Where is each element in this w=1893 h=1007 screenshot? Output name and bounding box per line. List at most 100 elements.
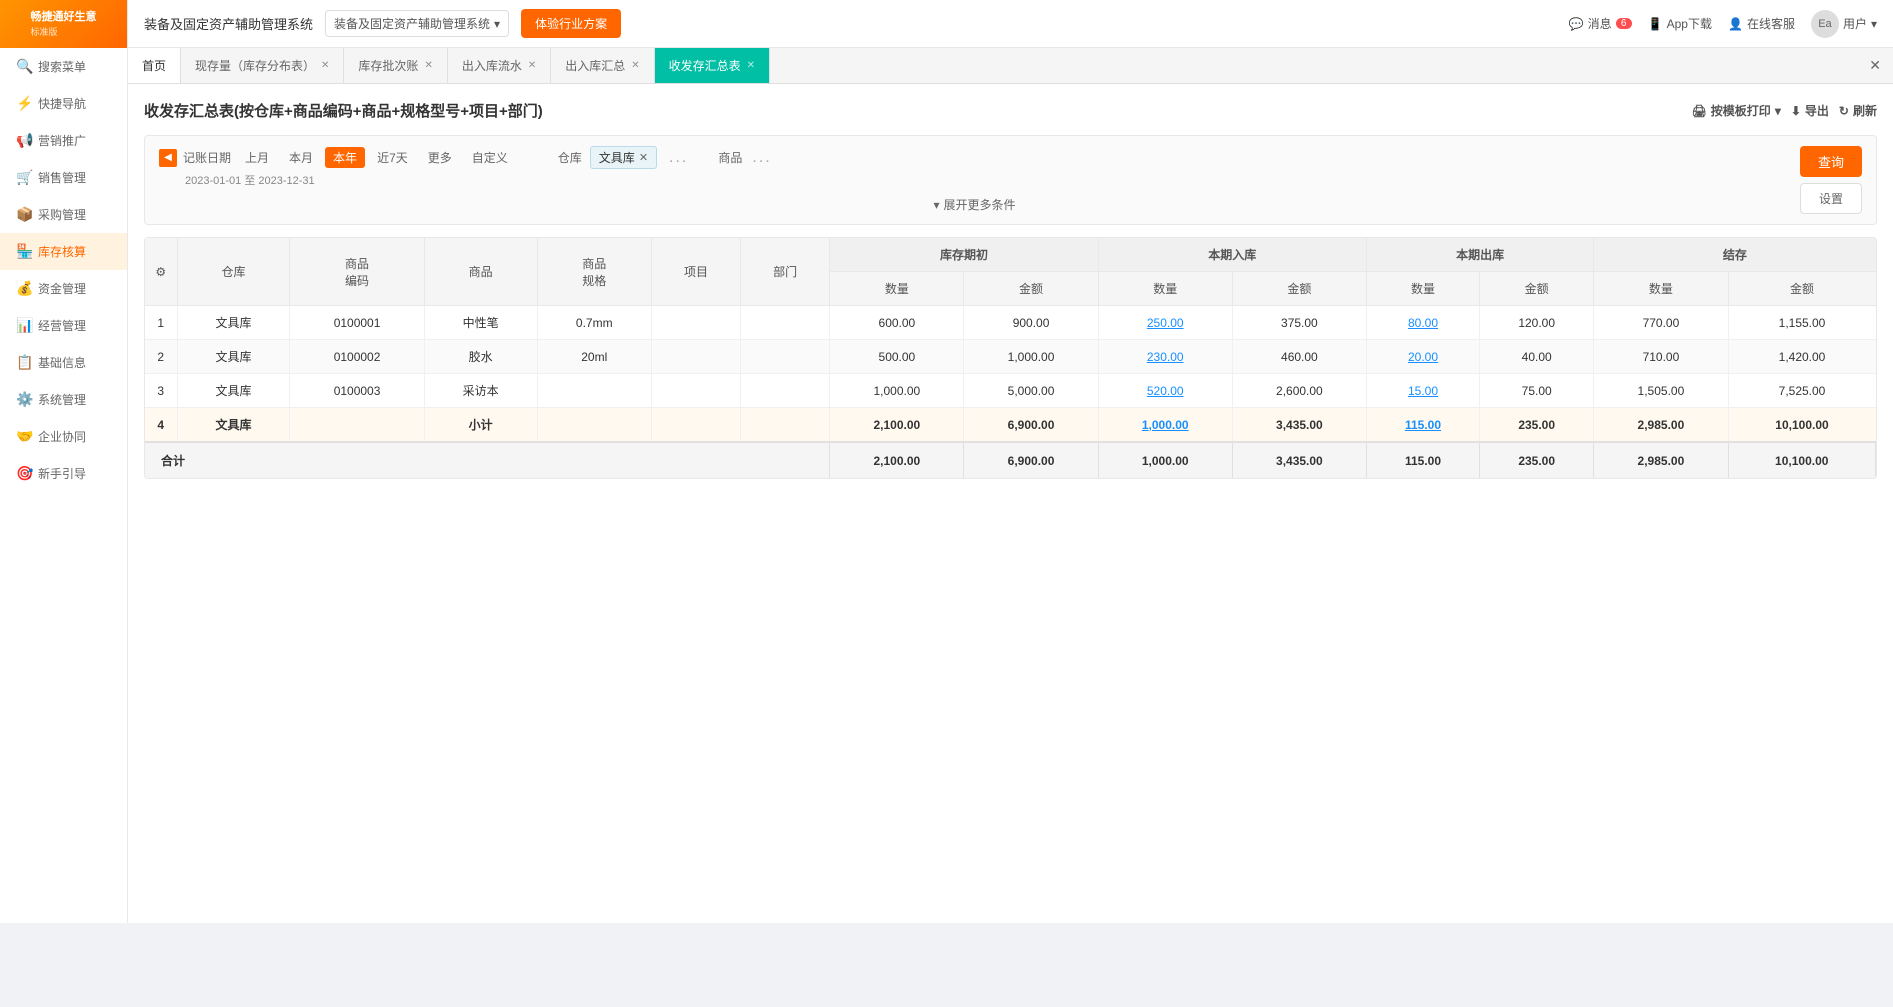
cell-in-qty[interactable]: 250.00 <box>1098 306 1232 340</box>
cell-open-amt: 900.00 <box>964 306 1098 340</box>
sidebar-item-inventory[interactable]: 🏪库存核算 <box>0 233 127 270</box>
app-download-group[interactable]: 📱 App下载 <box>1648 15 1712 32</box>
cell-in-qty[interactable]: 230.00 <box>1098 340 1232 374</box>
cell-out-qty[interactable]: 20.00 <box>1366 340 1479 374</box>
th-settings[interactable]: ⚙ <box>145 238 177 306</box>
th-goods-code: 商品编码 <box>290 238 424 306</box>
sidebar-item-search[interactable]: 🔍搜索菜单 <box>0 48 127 85</box>
system-select-label: 装备及固定资产辅助管理系统 <box>334 15 490 32</box>
expand-more-btn[interactable]: ▾ 展开更多条件 <box>159 196 1790 213</box>
refresh-button[interactable]: ↻ 刷新 <box>1839 102 1877 119</box>
cell-close-qty: 2,985.00 <box>1594 408 1728 443</box>
date-range-text: 2023-01-01 至 2023-12-31 <box>185 175 315 187</box>
print-button[interactable]: 🖨 按模板打印 ▾ <box>1692 102 1781 119</box>
tab-close-3[interactable]: ✕ <box>528 60 536 71</box>
data-table: ⚙ 仓库 商品编码 商品 商品规格 项目 部门 库存期初 本期入库 本期出库 结… <box>145 238 1876 478</box>
warehouse-tag-close[interactable]: ✕ <box>639 151 648 164</box>
cell-open-amt: 5,000.00 <box>964 374 1098 408</box>
tab-5[interactable]: 收发存汇总表 ✕ <box>655 48 770 84</box>
tab-4[interactable]: 出入库汇总 ✕ <box>551 48 654 84</box>
tab-close-2[interactable]: ✕ <box>424 60 432 71</box>
cell-open-amt: 6,900.00 <box>964 408 1098 443</box>
tab-3[interactable]: 出入库流水 ✕ <box>448 48 551 84</box>
cell-open-qty: 1,000.00 <box>830 374 964 408</box>
sidebar-item-quick-nav[interactable]: ⚡ 快捷导航 <box>0 85 127 122</box>
sidebar: 畅捷通好生意 标准版 🔍搜索菜单⚡快捷导航📢营销推广🛒销售管理📦采购管理🏪库存核… <box>0 0 128 923</box>
cell-close-amt: 10,100.00 <box>1728 408 1876 443</box>
th-in-amt: 金额 <box>1232 272 1366 306</box>
date-btn-上月[interactable]: 上月 <box>237 147 277 168</box>
footer-close-amt: 10,100.00 <box>1728 442 1876 478</box>
cell-out-qty[interactable]: 80.00 <box>1366 306 1479 340</box>
cell-code: 0100001 <box>290 306 424 340</box>
sidebar-icon-purchase: 📦 <box>16 206 32 223</box>
cell-warehouse: 文具库 <box>177 408 290 443</box>
cell-out-qty[interactable]: 15.00 <box>1366 374 1479 408</box>
date-btn-本月[interactable]: 本月 <box>281 147 321 168</box>
sidebar-icon-search: 🔍 <box>16 58 32 75</box>
sidebar-item-finance[interactable]: 💰资金管理 <box>0 270 127 307</box>
query-button[interactable]: 查询 <box>1800 146 1862 177</box>
cell-in-qty: 1,000.00 <box>1098 408 1232 443</box>
sidebar-label-quick-nav: 快捷导航 <box>38 95 86 112</box>
footer-in-amt: 3,435.00 <box>1232 442 1366 478</box>
goods-label: 商品 <box>718 149 742 166</box>
export-icon: ⬇ <box>1791 104 1801 118</box>
cell-dept <box>741 408 830 443</box>
goods-ellipsis[interactable]: ... <box>752 149 771 167</box>
date-btn-更多[interactable]: 更多 <box>420 147 460 168</box>
tab-0[interactable]: 首页 <box>128 48 181 84</box>
goods-filter: 商品 ... <box>718 149 775 167</box>
message-group[interactable]: 💬 消息 6 <box>1569 15 1632 32</box>
chevron-down-icon: ▾ <box>933 198 939 212</box>
sidebar-item-sales[interactable]: 🛒销售管理 <box>0 159 127 196</box>
date-btn-近7天[interactable]: 近7天 <box>369 147 416 168</box>
sidebar-item-marketing[interactable]: 📢营销推广 <box>0 122 127 159</box>
cell-in-qty[interactable]: 520.00 <box>1098 374 1232 408</box>
sidebar-item-system[interactable]: ⚙️系统管理 <box>0 381 127 418</box>
topbar-right: 💬 消息 6 📱 App下载 👤 在线客服 Ea 用户 ▾ <box>1569 10 1877 38</box>
system-select[interactable]: 装备及固定资产辅助管理系统 ▾ <box>325 10 509 37</box>
online-service-group[interactable]: 👤 在线客服 <box>1728 15 1795 32</box>
tab-2[interactable]: 库存批次账 ✕ <box>344 48 447 84</box>
sidebar-item-purchase[interactable]: 📦采购管理 <box>0 196 127 233</box>
export-button[interactable]: ⬇ 导出 <box>1791 102 1829 119</box>
sidebar-icon-sales: 🛒 <box>16 169 32 186</box>
cell-dept <box>741 374 830 408</box>
tab-close-4[interactable]: ✕ <box>631 60 639 71</box>
cell-name: 小计 <box>424 408 537 443</box>
th-in-qty: 数量 <box>1098 272 1232 306</box>
table-row: 2 文具库 0100002 胶水 20ml 500.00 1,000.00 23… <box>145 340 1876 374</box>
th-close-amt: 金额 <box>1728 272 1876 306</box>
sidebar-icon-quick-nav: ⚡ <box>16 95 32 112</box>
warehouse-tag-text: 文具库 <box>599 149 635 166</box>
date-btn-自定义[interactable]: 自定义 <box>464 147 516 168</box>
filter-toggle-icon[interactable]: ◀ <box>159 149 177 167</box>
sidebar-label-system: 系统管理 <box>38 391 86 408</box>
sidebar-item-collab[interactable]: 🤝企业协同 <box>0 418 127 455</box>
close-all-tabs-button[interactable]: ✕ <box>1857 57 1893 74</box>
warehouse-ellipsis[interactable]: ... <box>669 149 688 167</box>
cell-close-amt: 7,525.00 <box>1728 374 1876 408</box>
date-filter-label: 记账日期 <box>183 149 231 166</box>
cell-close-amt: 1,155.00 <box>1728 306 1876 340</box>
cell-in-amt: 460.00 <box>1232 340 1366 374</box>
cell-open-qty: 500.00 <box>830 340 964 374</box>
cell-in-amt: 375.00 <box>1232 306 1366 340</box>
sidebar-label-marketing: 营销推广 <box>38 132 86 149</box>
date-btn-本年[interactable]: 本年 <box>325 147 365 168</box>
filter-action-group: 查询 设置 <box>1800 146 1862 214</box>
sidebar-item-basic[interactable]: 📋基础信息 <box>0 344 127 381</box>
th-out-amt: 金额 <box>1480 272 1594 306</box>
sidebar-item-newbie[interactable]: 🎯新手引导 <box>0 455 127 492</box>
settings-button[interactable]: 设置 <box>1800 183 1862 214</box>
sidebar-item-operation[interactable]: 📊经营管理 <box>0 307 127 344</box>
cell-spec: 0.7mm <box>537 306 651 340</box>
trial-button[interactable]: 体验行业方案 <box>521 9 621 38</box>
tab-close-5[interactable]: ✕ <box>747 60 755 71</box>
sidebar-icon-operation: 📊 <box>16 317 32 334</box>
tab-1[interactable]: 现存量（库存分布表） ✕ <box>181 48 344 84</box>
tab-close-1[interactable]: ✕ <box>321 60 329 71</box>
user-group[interactable]: Ea 用户 ▾ <box>1811 10 1877 38</box>
warehouse-filter: 仓库 文具库 ✕ ... <box>558 146 693 169</box>
